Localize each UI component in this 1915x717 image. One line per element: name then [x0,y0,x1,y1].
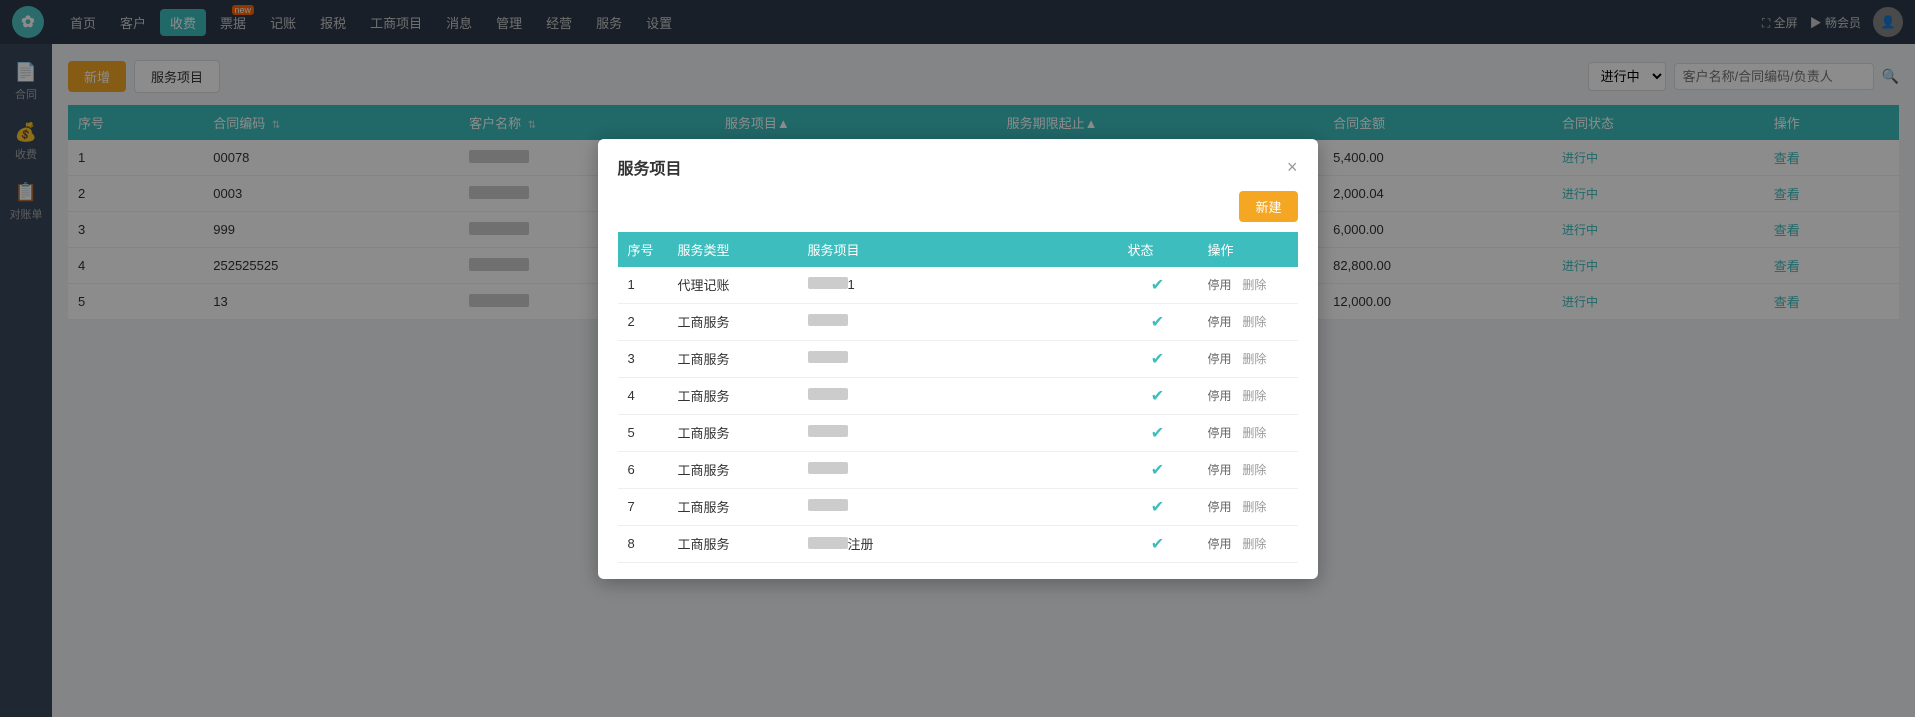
modal-cell-action: 停用 删除 [1198,377,1298,414]
modal-col-action: 操作 [1198,232,1298,267]
modal-cell-status: ✔ [1118,377,1198,414]
delete-button[interactable]: 删除 [1242,463,1266,477]
status-check-icon: ✔ [1151,536,1164,553]
stop-button[interactable]: 停用 [1208,352,1232,366]
modal-cell-type: 工商服务 [668,303,798,340]
modal-cell-seq: 2 [618,303,668,340]
modal-cell-type: 工商服务 [668,525,798,562]
status-check-icon: ✔ [1151,462,1164,479]
modal-body: 新建 序号 服务类型 服务项目 状态 操作 1 代理记账 [598,179,1318,579]
modal-cell-action: 停用 删除 [1198,303,1298,340]
modal-cell-seq: 1 [618,267,668,304]
status-check-icon: ✔ [1151,388,1164,405]
modal-col-project: 服务项目 [798,232,1118,267]
delete-button[interactable]: 删除 [1242,389,1266,403]
project-blurred [808,388,848,400]
project-text: 1 [808,277,855,292]
modal-table-row: 6 工商服务 ✔ 停用 删除 [618,451,1298,488]
modal-cell-project [798,488,1118,525]
stop-button[interactable]: 停用 [1208,500,1232,514]
modal-cell-action: 停用 删除 [1198,340,1298,377]
project-blurred [808,314,848,326]
stop-button[interactable]: 停用 [1208,389,1232,403]
modal-cell-seq: 6 [618,451,668,488]
delete-button[interactable]: 删除 [1242,315,1266,329]
modal-cell-project [798,377,1118,414]
status-check-icon: ✔ [1151,425,1164,442]
modal-cell-status: ✔ [1118,414,1198,451]
modal-cell-project [798,303,1118,340]
modal-cell-project [798,451,1118,488]
modal-cell-project: 注册 [798,525,1118,562]
modal-table-row: 4 工商服务 ✔ 停用 删除 [618,377,1298,414]
status-check-icon: ✔ [1151,351,1164,368]
delete-button[interactable]: 删除 [1242,426,1266,440]
modal-cell-type: 代理记账 [668,267,798,304]
modal-cell-project: 1 [798,267,1118,304]
project-blurred [808,499,848,511]
modal-overlay: 服务项目 × 新建 序号 服务类型 服务项目 状态 操作 [0,0,1915,717]
modal-table-row: 8 工商服务 注册 ✔ 停用 删除 [618,525,1298,562]
modal-cell-seq: 7 [618,488,668,525]
modal-cell-type: 工商服务 [668,488,798,525]
modal-col-type: 服务类型 [668,232,798,267]
modal-cell-status: ✔ [1118,267,1198,304]
modal-cell-action: 停用 删除 [1198,414,1298,451]
delete-button[interactable]: 删除 [1242,537,1266,551]
status-check-icon: ✔ [1151,314,1164,331]
modal-table-row: 2 工商服务 ✔ 停用 删除 [618,303,1298,340]
project-text: 注册 [808,537,874,552]
delete-button[interactable]: 删除 [1242,500,1266,514]
modal-cell-status: ✔ [1118,525,1198,562]
modal-header: 服务项目 × [598,139,1318,179]
stop-button[interactable]: 停用 [1208,537,1232,551]
modal-table-row: 3 工商服务 ✔ 停用 删除 [618,340,1298,377]
modal-close-button[interactable]: × [1287,158,1298,176]
modal-cell-status: ✔ [1118,488,1198,525]
modal-table-row: 1 代理记账 1 ✔ 停用 删除 [618,267,1298,304]
modal-cell-type: 工商服务 [668,414,798,451]
modal-table-row: 5 工商服务 ✔ 停用 删除 [618,414,1298,451]
modal-cell-seq: 8 [618,525,668,562]
stop-button[interactable]: 停用 [1208,426,1232,440]
delete-button[interactable]: 删除 [1242,278,1266,292]
project-blurred [808,425,848,437]
modal-scroll-area[interactable]: 序号 服务类型 服务项目 状态 操作 1 代理记账 1 ✔ 停用 删除 2 [618,232,1298,563]
modal-title: 服务项目 [618,155,682,179]
modal-cell-project [798,340,1118,377]
modal-cell-status: ✔ [1118,451,1198,488]
service-modal: 服务项目 × 新建 序号 服务类型 服务项目 状态 操作 [598,139,1318,579]
modal-cell-seq: 5 [618,414,668,451]
status-check-icon: ✔ [1151,499,1164,516]
stop-button[interactable]: 停用 [1208,278,1232,292]
delete-button[interactable]: 删除 [1242,352,1266,366]
modal-cell-seq: 4 [618,377,668,414]
modal-cell-seq: 3 [618,340,668,377]
modal-cell-status: ✔ [1118,340,1198,377]
modal-cell-type: 工商服务 [668,451,798,488]
modal-cell-project [798,414,1118,451]
project-blurred [808,351,848,363]
stop-button[interactable]: 停用 [1208,463,1232,477]
service-table: 序号 服务类型 服务项目 状态 操作 1 代理记账 1 ✔ 停用 删除 2 [618,232,1298,563]
modal-new-button[interactable]: 新建 [1239,191,1297,222]
modal-cell-status: ✔ [1118,303,1198,340]
modal-cell-action: 停用 删除 [1198,451,1298,488]
stop-button[interactable]: 停用 [1208,315,1232,329]
modal-cell-action: 停用 删除 [1198,525,1298,562]
modal-table-row: 7 工商服务 ✔ 停用 删除 [618,488,1298,525]
status-check-icon: ✔ [1151,277,1164,294]
modal-cell-action: 停用 删除 [1198,488,1298,525]
modal-col-seq: 序号 [618,232,668,267]
modal-cell-type: 工商服务 [668,377,798,414]
project-blurred [808,462,848,474]
modal-cell-action: 停用 删除 [1198,267,1298,304]
modal-col-status: 状态 [1118,232,1198,267]
modal-toolbar: 新建 [618,191,1298,222]
modal-cell-type: 工商服务 [668,340,798,377]
